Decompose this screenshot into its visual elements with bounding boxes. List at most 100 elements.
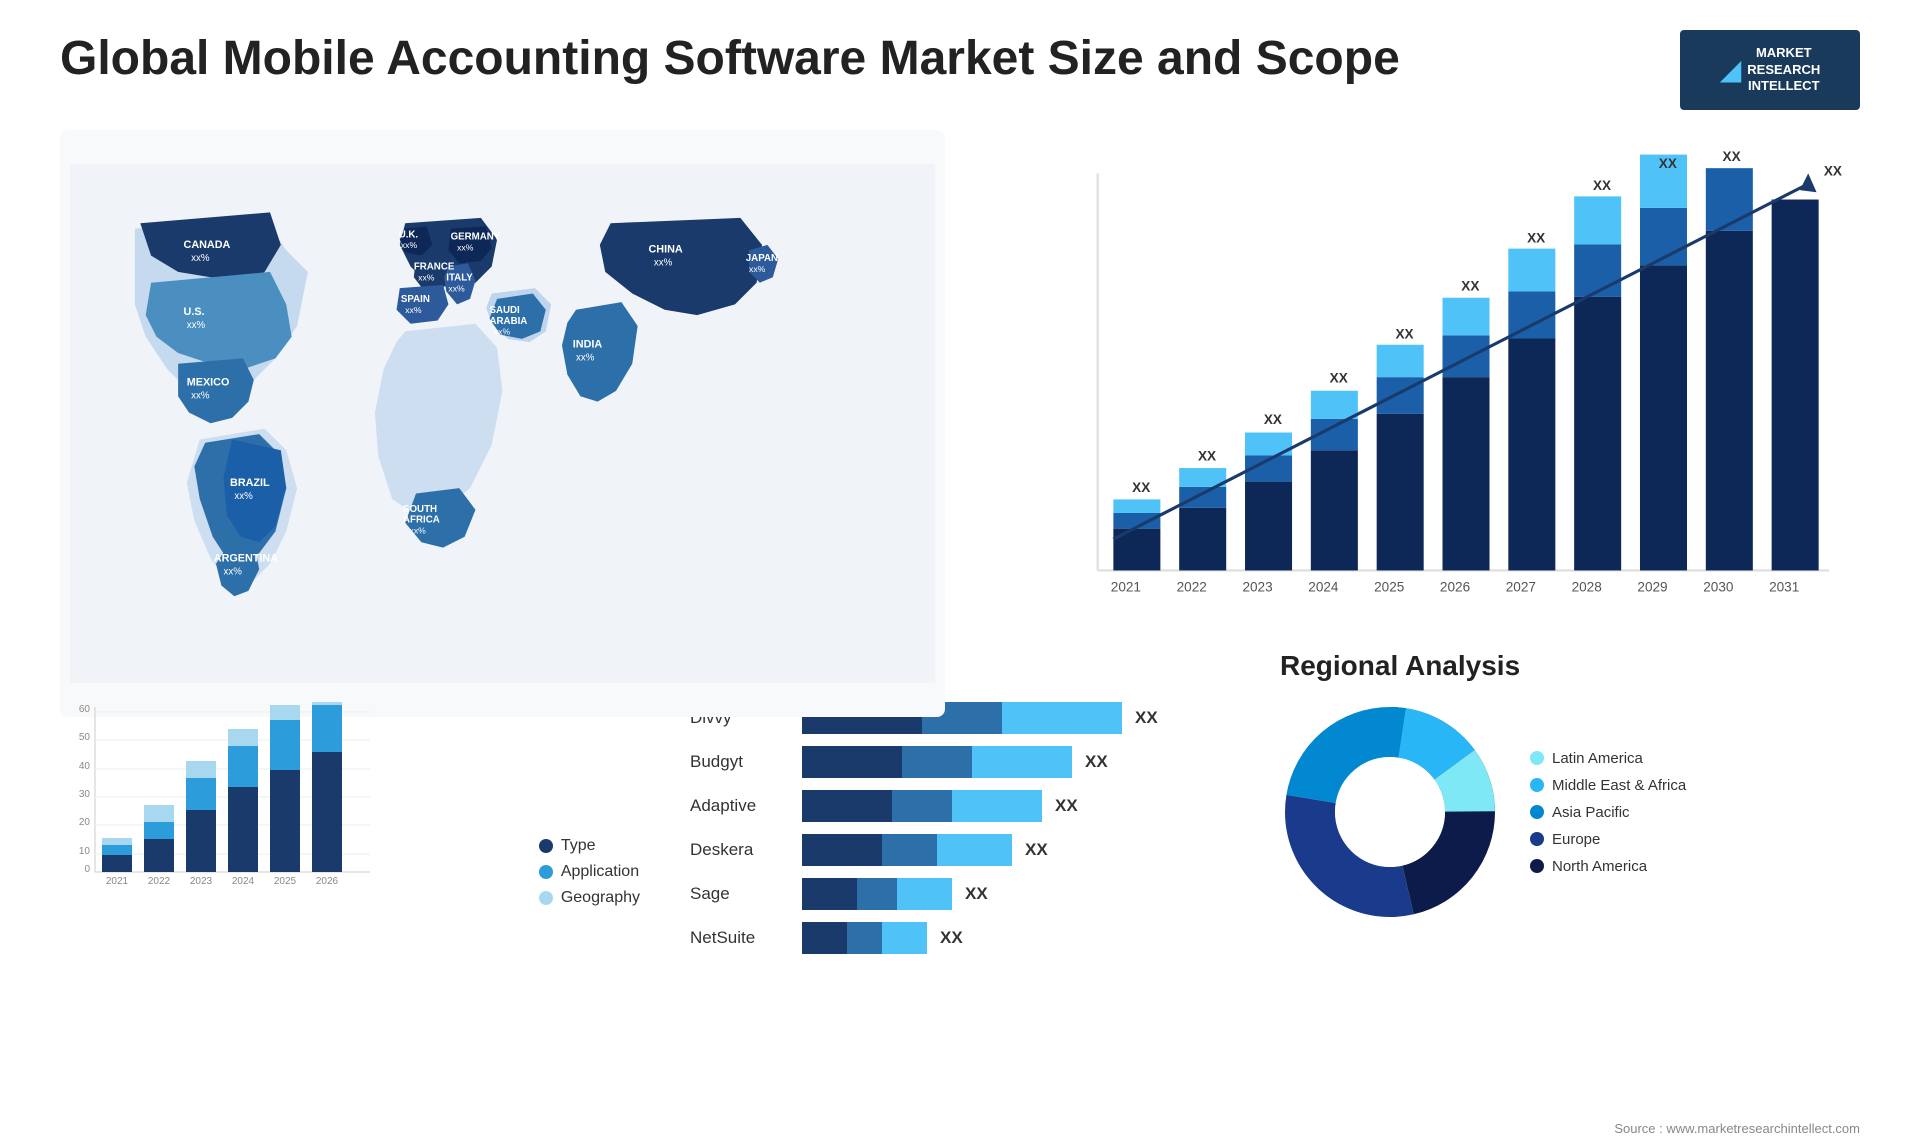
svg-text:2026: 2026 [1440, 579, 1470, 594]
svg-text:xx%: xx% [187, 320, 206, 331]
svg-text:2025: 2025 [274, 876, 297, 887]
legend-dot-geography [539, 891, 553, 905]
svg-text:JAPAN: JAPAN [746, 253, 778, 264]
players-list: Divvy XX Budgyt [690, 702, 1230, 954]
reg-label-europe: Europe [1552, 831, 1600, 848]
svg-text:2031: 2031 [1769, 579, 1799, 594]
svg-text:30: 30 [79, 789, 91, 800]
logo-icon: ◢ [1720, 53, 1742, 86]
player-name-netsuite: NetSuite [690, 928, 790, 948]
player-bar-sage: XX [802, 878, 988, 910]
svg-text:XX: XX [1723, 150, 1741, 164]
svg-text:xx%: xx% [410, 526, 427, 536]
legend-item-north-america: North America [1530, 858, 1686, 875]
legend-item-type: Type [539, 837, 640, 855]
svg-text:xx%: xx% [405, 305, 422, 315]
svg-text:2028: 2028 [1572, 579, 1602, 594]
reg-label-latin-america: Latin America [1552, 750, 1643, 767]
svg-text:0: 0 [84, 864, 90, 875]
svg-text:xx%: xx% [654, 257, 673, 268]
reg-dot-europe [1530, 832, 1544, 846]
svg-text:60: 60 [79, 704, 91, 715]
list-item: Adaptive XX [690, 790, 1230, 822]
svg-text:XX: XX [1330, 370, 1348, 385]
svg-text:xx%: xx% [191, 253, 210, 264]
svg-text:XX: XX [1593, 178, 1611, 193]
trend-chart-svg: XX XX XX XX XX XX XX XX XX XX XX 2021 20… [1035, 150, 1850, 657]
svg-text:xx%: xx% [576, 353, 595, 364]
svg-text:xx%: xx% [401, 240, 418, 250]
svg-text:GERMANY: GERMANY [451, 231, 501, 242]
regional-legend: Latin America Middle East & Africa Asia … [1530, 750, 1686, 875]
svg-text:xx%: xx% [191, 390, 210, 401]
svg-text:50: 50 [79, 732, 91, 743]
svg-text:ARGENTINA: ARGENTINA [214, 553, 278, 565]
svg-text:2023: 2023 [190, 876, 213, 887]
reg-dot-middle-east [1530, 778, 1544, 792]
svg-text:xx%: xx% [457, 242, 474, 252]
svg-text:2024: 2024 [1308, 579, 1339, 594]
logo-box: ◢ MARKET RESEARCH INTELLECT [1680, 30, 1860, 110]
svg-text:AFRICA: AFRICA [403, 515, 440, 526]
source-text: Source : www.marketresearchintellect.com [1614, 1121, 1860, 1136]
svg-text:xx%: xx% [494, 327, 511, 337]
svg-text:2023: 2023 [1242, 579, 1272, 594]
legend-item-europe: Europe [1530, 831, 1686, 848]
logo-area: ◢ MARKET RESEARCH INTELLECT [1680, 30, 1860, 110]
svg-text:MEXICO: MEXICO [187, 376, 230, 388]
logo-text-line2: RESEARCH [1747, 62, 1820, 79]
svg-text:FRANCE: FRANCE [414, 262, 455, 273]
player-bar-adaptive: XX [802, 790, 1078, 822]
legend-item-middle-east: Middle East & Africa [1530, 777, 1686, 794]
logo-text-line3: INTELLECT [1747, 78, 1820, 95]
svg-text:CHINA: CHINA [648, 243, 682, 255]
svg-text:SOUTH: SOUTH [403, 504, 437, 515]
svg-text:XX: XX [1659, 156, 1677, 171]
header: Global Mobile Accounting Software Market… [60, 30, 1860, 110]
list-item: NetSuite XX [690, 922, 1230, 954]
svg-text:SPAIN: SPAIN [401, 294, 430, 305]
svg-text:ARABIA: ARABIA [490, 316, 528, 327]
svg-text:2027: 2027 [1506, 579, 1536, 594]
player-name-adaptive: Adaptive [690, 796, 790, 816]
svg-text:XX: XX [1132, 480, 1150, 495]
reg-label-north-america: North America [1552, 858, 1647, 875]
svg-text:xx%: xx% [234, 491, 253, 502]
player-bar-budgyt: XX [802, 746, 1108, 778]
svg-text:XX: XX [1461, 278, 1479, 293]
svg-text:SAUDI: SAUDI [490, 305, 521, 316]
trend-chart-section: XX XX XX XX XX XX XX XX XX XX XX 2021 20… [975, 130, 1860, 717]
svg-text:2021: 2021 [106, 876, 129, 887]
svg-text:CANADA: CANADA [184, 239, 231, 251]
reg-label-middle-east: Middle East & Africa [1552, 777, 1686, 794]
list-item: Deskera XX [690, 834, 1230, 866]
list-item: Sage XX [690, 878, 1230, 910]
svg-text:XX: XX [1824, 163, 1842, 178]
legend-dot-type [539, 839, 553, 853]
svg-text:2022: 2022 [1177, 579, 1207, 594]
list-item: Budgyt XX [690, 746, 1230, 778]
legend-item-geography: Geography [539, 889, 640, 907]
legend-item-application: Application [539, 863, 640, 881]
svg-text:2024: 2024 [232, 876, 255, 887]
svg-text:xx%: xx% [418, 273, 435, 283]
svg-text:2021: 2021 [1111, 579, 1141, 594]
svg-text:INDIA: INDIA [573, 339, 603, 351]
svg-text:U.S.: U.S. [184, 306, 205, 318]
svg-text:XX: XX [1527, 230, 1545, 245]
svg-text:ITALY: ITALY [446, 273, 473, 284]
donut-chart-container [1280, 702, 1500, 922]
svg-text:2030: 2030 [1703, 579, 1734, 594]
svg-text:xx%: xx% [224, 567, 243, 578]
legend-dot-application [539, 865, 553, 879]
svg-text:2026: 2026 [316, 876, 339, 887]
svg-text:40: 40 [79, 761, 91, 772]
svg-text:XX: XX [1395, 326, 1413, 341]
player-name-deskera: Deskera [690, 840, 790, 860]
reg-dot-north-america [1530, 859, 1544, 873]
svg-text:20: 20 [79, 817, 91, 828]
legend-item-latin-america: Latin America [1530, 750, 1686, 767]
legend-label-type: Type [561, 837, 596, 855]
svg-text:xx%: xx% [749, 264, 766, 274]
player-bar-netsuite: XX [802, 922, 963, 954]
